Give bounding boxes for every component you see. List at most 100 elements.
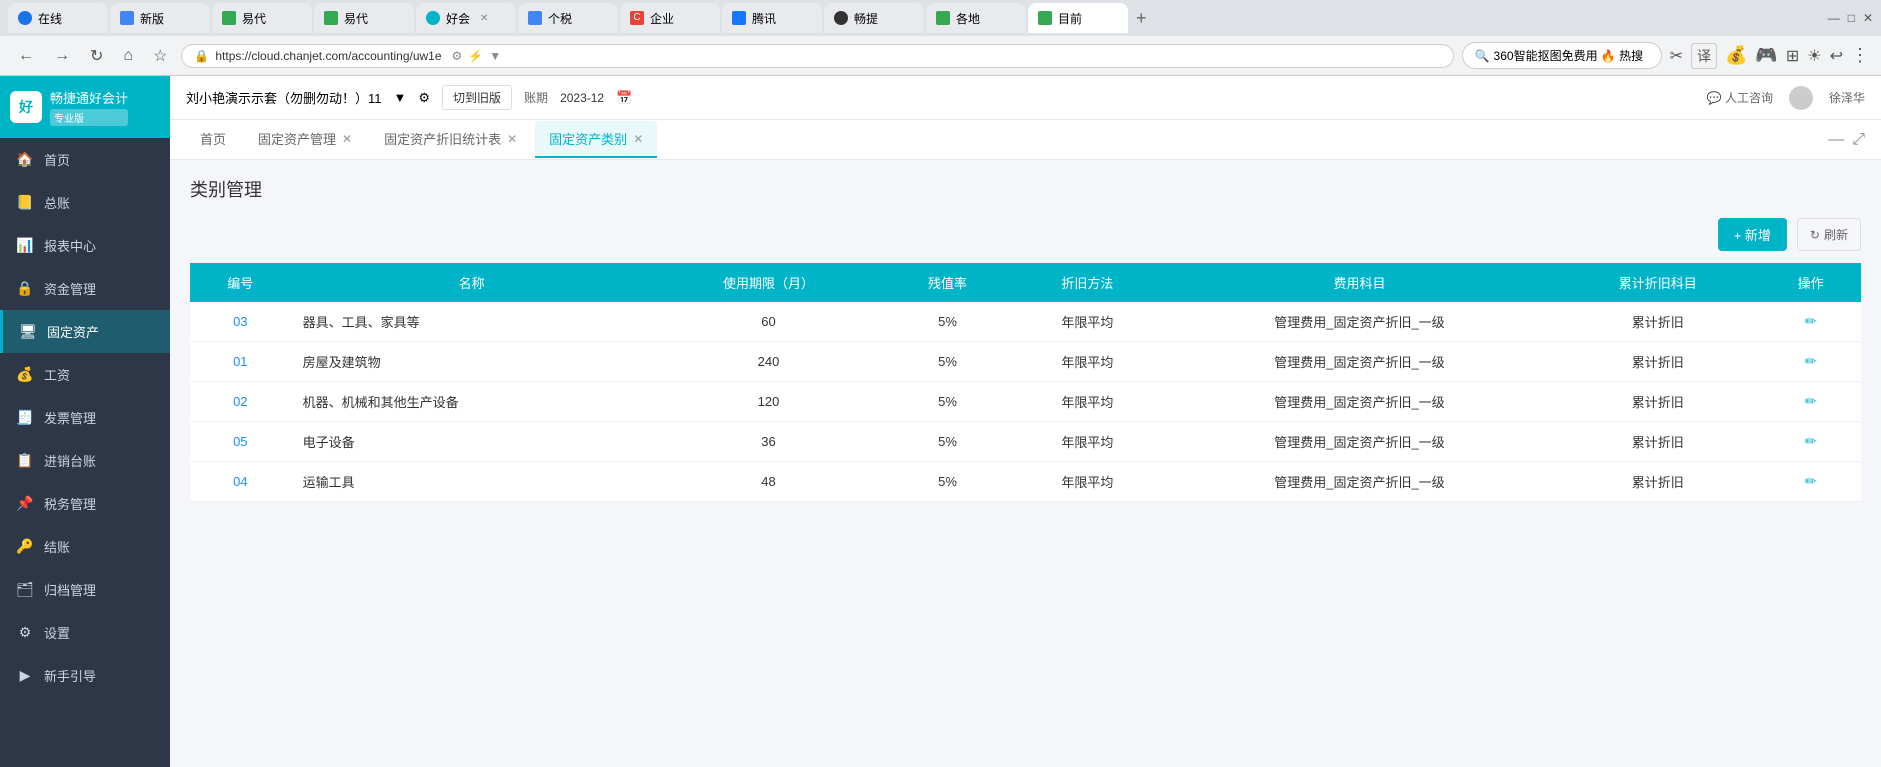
- browser-tab-mumu[interactable]: 目前: [1028, 3, 1128, 33]
- cell-action[interactable]: ✏: [1760, 382, 1861, 422]
- cell-action[interactable]: ✏: [1760, 422, 1861, 462]
- col-header-residual: 残值率: [884, 263, 1011, 302]
- sidebar-item-ledger[interactable]: 📒 总账: [0, 181, 170, 224]
- tab-close-icon[interactable]: ✕: [633, 132, 643, 146]
- sidebar-item-label: 总账: [44, 193, 70, 212]
- sidebar-item-tax[interactable]: 📌 税务管理: [0, 482, 170, 525]
- edit-row-button[interactable]: ✏: [1805, 393, 1817, 410]
- sidebar-item-close-account[interactable]: 🔑 结账: [0, 525, 170, 568]
- top-bar-right: 💬 人工咨询 徐泽华: [1707, 86, 1865, 110]
- consult-label[interactable]: 💬 人工咨询: [1707, 89, 1773, 106]
- window-restore-icon[interactable]: □: [1848, 11, 1855, 25]
- switch-version-button[interactable]: 切到旧版: [442, 85, 512, 110]
- window-close-icon[interactable]: ✕: [1863, 11, 1873, 25]
- sidebar-item-label: 结账: [44, 537, 70, 556]
- tab-asset-category[interactable]: 固定资产类别 ✕: [535, 121, 657, 158]
- browser-tab-yidai2[interactable]: 易代: [314, 3, 414, 33]
- browser-tab-qiye[interactable]: C 企业: [620, 3, 720, 33]
- close-account-icon: 🔑: [16, 538, 34, 556]
- tab-home[interactable]: 首页: [186, 121, 240, 158]
- tax-icon: 📌: [16, 495, 34, 513]
- tab-close-icon[interactable]: ✕: [342, 132, 352, 146]
- browser-tab-changte[interactable]: 畅提: [824, 3, 924, 33]
- edit-row-button[interactable]: ✏: [1805, 313, 1817, 330]
- sidebar-item-invoice[interactable]: 🧾 发票管理: [0, 396, 170, 439]
- main-content: 刘小艳演示示套（勿删勿动！）11 ▼ ⚙ 切到旧版 账期 2023-12 📅 💬…: [170, 76, 1881, 767]
- sidebar-item-label: 进销台账: [44, 451, 96, 470]
- settings-icon: ⚙: [16, 624, 34, 642]
- tab-label: 个税: [548, 10, 572, 27]
- scissors-icon: ✂: [1670, 46, 1683, 66]
- tab-minimize-button[interactable]: —: [1828, 131, 1844, 149]
- logo-title: 畅捷通好会计: [50, 88, 128, 107]
- browser-tab-xinban[interactable]: 新版: [110, 3, 210, 33]
- cell-code: 01: [190, 342, 291, 382]
- page-tab-nav: 首页 固定资产管理 ✕ 固定资产折旧统计表 ✕ 固定资产类别 ✕ — ⤢: [170, 120, 1881, 160]
- window-minimize-icon[interactable]: —: [1828, 11, 1840, 25]
- sidebar-item-settings[interactable]: ⚙ 设置: [0, 611, 170, 654]
- cell-code: 03: [190, 302, 291, 342]
- settings-gear-icon[interactable]: ⚙: [418, 90, 430, 106]
- close-icon[interactable]: ✕: [480, 13, 488, 24]
- edit-row-button[interactable]: ✏: [1805, 353, 1817, 370]
- expand-icon[interactable]: ▼: [394, 90, 407, 105]
- cell-action[interactable]: ✏: [1760, 302, 1861, 342]
- sidebar-item-payroll[interactable]: 💰 工资: [0, 353, 170, 396]
- reload-button[interactable]: ↻: [84, 42, 109, 70]
- tab-depreciation-table[interactable]: 固定资产折旧统计表 ✕: [370, 121, 531, 158]
- bookmark-button[interactable]: ☆: [147, 42, 173, 70]
- edit-row-button[interactable]: ✏: [1805, 473, 1817, 490]
- add-category-button[interactable]: + 新增: [1718, 218, 1787, 251]
- address-expand-icon: ⚙: [452, 49, 463, 63]
- sidebar-item-fixed-assets[interactable]: 🖥 固定资产: [0, 310, 170, 353]
- refresh-icon: ↻: [1810, 228, 1820, 242]
- browser-tab-zaixin[interactable]: 在线: [8, 3, 108, 33]
- col-header-method: 折旧方法: [1011, 263, 1164, 302]
- browser-tab-haohui[interactable]: 好会 ✕: [416, 3, 516, 33]
- edit-row-button[interactable]: ✏: [1805, 433, 1817, 450]
- cell-period: 60: [653, 302, 884, 342]
- menu-icon[interactable]: ⋮: [1851, 45, 1869, 66]
- cell-period: 48: [653, 462, 884, 502]
- cell-residual: 5%: [884, 462, 1011, 502]
- table-row: 05 电子设备 36 5% 年限平均 管理费用_固定资产折旧_一级 累计折旧 ✏: [190, 422, 1861, 462]
- browser-tab-tencent[interactable]: 腾讯: [722, 3, 822, 33]
- sidebar-item-reports[interactable]: 📊 报表中心: [0, 224, 170, 267]
- coin-icon: 💰: [1725, 45, 1747, 66]
- cell-action[interactable]: ✏: [1760, 462, 1861, 502]
- user-avatar: [1789, 86, 1813, 110]
- search-bar[interactable]: 🔍 360智能抠图免费用 🔥 热搜: [1462, 42, 1662, 69]
- cell-residual: 5%: [884, 422, 1011, 462]
- forward-button[interactable]: →: [48, 43, 76, 69]
- browser-tab-yidai1[interactable]: 易代: [212, 3, 312, 33]
- tab-label: 畅提: [854, 10, 878, 27]
- tab-fixed-asset-management[interactable]: 固定资产管理 ✕: [244, 121, 366, 158]
- cell-action[interactable]: ✏: [1760, 342, 1861, 382]
- tab-expand-button[interactable]: ⤢: [1852, 131, 1865, 149]
- cell-residual: 5%: [884, 342, 1011, 382]
- guide-icon: ▶: [16, 667, 34, 685]
- cell-period: 240: [653, 342, 884, 382]
- tab-label: 目前: [1058, 10, 1082, 27]
- back-button[interactable]: ←: [12, 43, 40, 69]
- sidebar-item-archive[interactable]: 🗂 归档管理: [0, 568, 170, 611]
- refresh-button[interactable]: ↻ 刷新: [1797, 218, 1861, 251]
- tab-close-icon[interactable]: ✕: [507, 132, 517, 146]
- sidebar-item-home[interactable]: 🏠 首页: [0, 138, 170, 181]
- grid-icon: ⊞: [1786, 46, 1799, 66]
- sidebar-item-purchase-sales[interactable]: 📋 进销台账: [0, 439, 170, 482]
- address-dropdown-icon[interactable]: ▼: [489, 49, 501, 63]
- home-button[interactable]: ⌂: [117, 43, 139, 69]
- user-name: 徐泽华: [1829, 89, 1865, 106]
- tab-home-label: 首页: [200, 129, 226, 148]
- logo-text-container: 畅捷通好会计 专业版: [50, 88, 128, 126]
- calendar-icon[interactable]: 📅: [616, 90, 632, 106]
- cell-method: 年限平均: [1011, 342, 1164, 382]
- address-bar[interactable]: 🔒 https://cloud.chanjet.com/accounting/u…: [181, 44, 1453, 68]
- browser-tab-geshui[interactable]: 个税: [518, 3, 618, 33]
- tab-bar: 在线 新版 易代 易代 好会 ✕ 个税 C 企业 腾讯: [0, 0, 1881, 36]
- browser-tab-gedi[interactable]: 各地: [926, 3, 1026, 33]
- sidebar-item-funds[interactable]: 🔒 资金管理: [0, 267, 170, 310]
- new-tab-button[interactable]: +: [1130, 8, 1153, 29]
- sidebar-item-guide[interactable]: ▶ 新手引导: [0, 654, 170, 697]
